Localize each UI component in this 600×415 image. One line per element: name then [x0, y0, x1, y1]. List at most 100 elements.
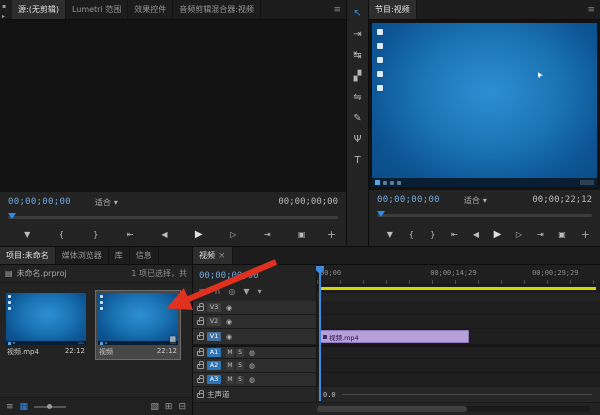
program-scrubber[interactable]	[377, 211, 592, 219]
button-editor-plus-button[interactable]: +	[319, 228, 336, 241]
type-tool[interactable]: T	[354, 155, 360, 166]
tab-sequence[interactable]: 视频 ×	[193, 247, 233, 264]
track-a2-lane[interactable]	[317, 359, 600, 372]
track-v2-lane[interactable]	[317, 315, 600, 328]
panel-menu-icon[interactable]: ≡	[582, 0, 600, 19]
go-to-out-button[interactable]: ⇥	[250, 230, 284, 239]
source-zoom-select[interactable]: 适合 ▾	[95, 197, 118, 208]
eye-icon[interactable]: ◉	[226, 304, 232, 312]
ripple-edit-tool[interactable]: ↹	[353, 50, 361, 61]
project-item-thumbnail[interactable]: ▦	[98, 293, 178, 345]
playhead-line[interactable]	[319, 273, 321, 401]
track-v3-lane[interactable]	[317, 301, 600, 314]
track-a1-header[interactable]: A1 M S ◍	[193, 347, 317, 358]
playhead-caret-icon[interactable]	[377, 211, 385, 217]
new-bin-button[interactable]: ▧	[150, 402, 159, 412]
track-v3-header[interactable]: V3 ◉	[193, 301, 317, 314]
linked-selection-toggle[interactable]: ◎	[228, 287, 235, 296]
add-marker-button[interactable]: ▼	[243, 287, 249, 296]
mute-button[interactable]: M	[226, 349, 234, 357]
list-view-button[interactable]: ≡	[6, 402, 14, 412]
go-to-out-button[interactable]: ⇥	[530, 230, 552, 239]
track-v1-badge[interactable]: V1	[207, 332, 221, 341]
tab-lumetri-scopes[interactable]: Lumetri 范围	[66, 0, 128, 19]
project-item-name[interactable]: 视频.mp4	[7, 347, 39, 357]
track-v2-badge[interactable]: V2	[207, 317, 221, 326]
track-a2-badge[interactable]: A2	[207, 361, 221, 370]
scrollbar-thumb[interactable]	[317, 406, 467, 412]
mic-icon[interactable]: ◍	[249, 349, 255, 357]
tab-source[interactable]: 源:(无剪辑)	[12, 0, 66, 19]
mute-button[interactable]: M	[226, 362, 234, 370]
pen-tool[interactable]: ✎	[353, 113, 361, 124]
tab-program[interactable]: 节目:视频	[369, 0, 417, 19]
add-marker-button[interactable]: ▼	[379, 230, 401, 239]
program-viewer[interactable]	[369, 20, 600, 190]
tab-project[interactable]: 项目:未命名	[0, 247, 56, 264]
timeline-timecode[interactable]: 00;00;00;00	[199, 267, 310, 284]
slip-tool[interactable]: ⇋	[353, 92, 361, 103]
thumbnail-zoom-slider[interactable]	[34, 406, 66, 408]
project-item-thumbnail[interactable]	[6, 293, 86, 345]
timeline-horizontal-scrollbar[interactable]	[317, 406, 590, 412]
lock-icon[interactable]	[197, 393, 204, 398]
track-master-header[interactable]: 主声道	[193, 387, 317, 402]
snap-toggle-button[interactable]: ∩	[215, 287, 221, 296]
master-fader-line[interactable]	[342, 394, 592, 395]
source-scrubber[interactable]	[8, 213, 338, 221]
track-a2-header[interactable]: A2 M S ◍	[193, 359, 317, 372]
lock-icon[interactable]	[197, 351, 204, 356]
timeline-clip-video-mp4[interactable]: 视频.mp4	[319, 330, 469, 343]
go-to-in-button[interactable]: ⇤	[444, 230, 466, 239]
scrubber-track[interactable]	[377, 214, 592, 217]
step-forward-button[interactable]: ▷	[508, 230, 530, 239]
track-master-lane[interactable]: 0.0	[317, 387, 600, 402]
add-marker-button[interactable]: ▼	[10, 230, 44, 239]
clear-button[interactable]: ⊟	[178, 402, 186, 412]
track-v2-header[interactable]: V2 ◉	[193, 315, 317, 328]
mark-out-button[interactable]: }	[422, 230, 444, 239]
project-item-name[interactable]: 视频	[99, 347, 113, 357]
hand-tool[interactable]: Ψ	[354, 134, 362, 145]
track-v1-lane[interactable]: 视频.mp4	[317, 329, 600, 344]
export-frame-button[interactable]: ▣	[551, 230, 573, 239]
tab-info[interactable]: 信息	[130, 247, 159, 264]
track-a3-lane[interactable]	[317, 373, 600, 386]
project-item-sequence[interactable]: ▦ 视频 22:12	[96, 291, 180, 359]
mic-icon[interactable]: ◍	[249, 376, 255, 384]
timeline-settings-button[interactable]: ▾	[258, 287, 262, 296]
step-back-button[interactable]: ◀	[147, 230, 181, 239]
tab-libraries[interactable]: 库	[109, 247, 130, 264]
track-v1-header[interactable]: V1 ◉	[193, 329, 317, 344]
track-select-forward-tool[interactable]: ⇥	[353, 29, 361, 40]
panel-menu-icon[interactable]: ≡	[328, 0, 346, 19]
program-zoom-select[interactable]: 适合 ▾	[464, 195, 487, 206]
mic-icon[interactable]: ◍	[249, 362, 255, 370]
icon-view-button[interactable]: ▦	[20, 402, 29, 412]
track-a3-header[interactable]: A3 M S ◍	[193, 373, 317, 386]
breadcrumb[interactable]: 未命名.prproj	[17, 268, 67, 279]
work-area-bar[interactable]	[319, 287, 596, 290]
track-a3-badge[interactable]: A3	[207, 375, 221, 384]
lock-icon[interactable]	[197, 335, 204, 340]
eye-icon[interactable]: ◉	[226, 318, 232, 326]
play-button[interactable]: ▶	[182, 229, 216, 240]
scrubber-track[interactable]	[8, 216, 338, 219]
track-a1-lane[interactable]	[317, 347, 600, 358]
mark-in-button[interactable]: {	[44, 230, 78, 239]
solo-button[interactable]: S	[236, 349, 244, 357]
tab-audio-clip-mixer[interactable]: 音频剪辑混合器:视频	[173, 0, 261, 19]
close-icon[interactable]: ×	[218, 251, 226, 261]
lock-icon[interactable]	[197, 306, 204, 311]
project-item-video-mp4[interactable]: 视频.mp4 22:12	[4, 291, 88, 359]
program-timecode[interactable]: 00;00;00;00	[377, 195, 440, 205]
razor-tool[interactable]: ▞	[354, 71, 362, 82]
source-viewer[interactable]	[0, 20, 346, 192]
playhead-caret-icon[interactable]	[8, 213, 16, 219]
button-editor-plus-button[interactable]: +	[573, 228, 590, 241]
master-level-value[interactable]: 0.0	[323, 391, 336, 399]
source-timecode[interactable]: 00;00;00;00	[8, 197, 71, 207]
mark-in-button[interactable]: {	[401, 230, 423, 239]
nest-toggle-button[interactable]: ▣	[199, 287, 207, 296]
lock-icon[interactable]	[197, 378, 204, 383]
